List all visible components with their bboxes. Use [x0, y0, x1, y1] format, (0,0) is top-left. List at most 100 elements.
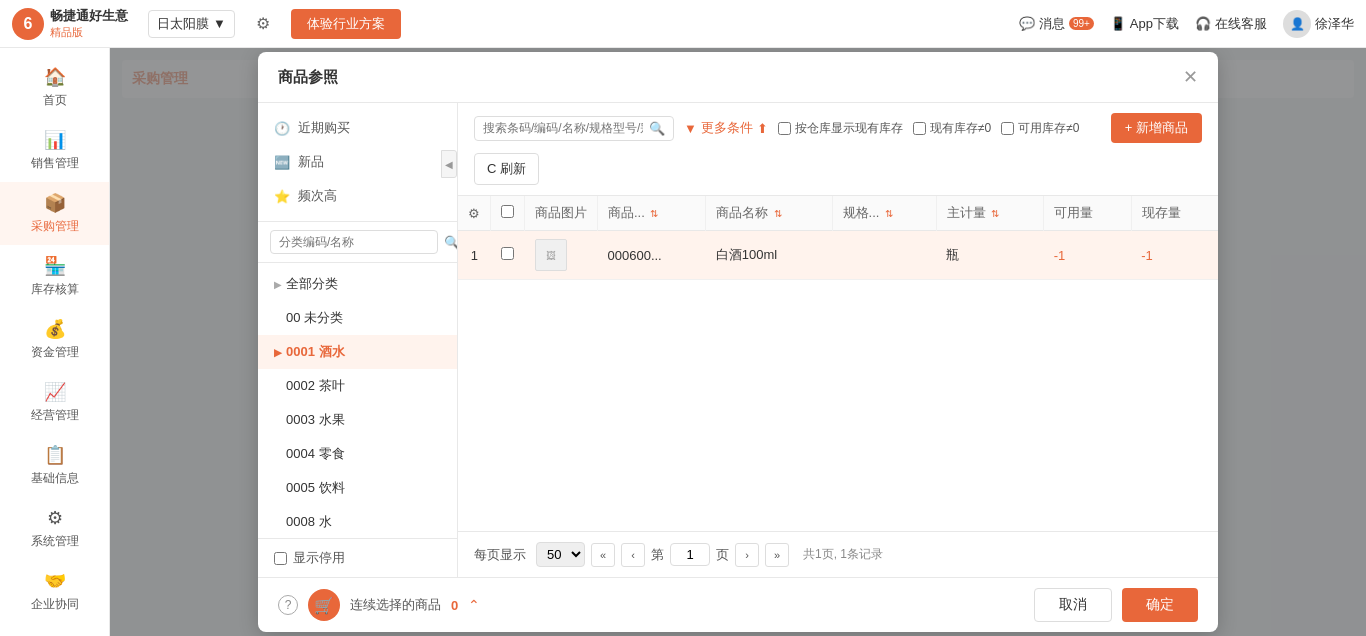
store-dropdown[interactable]: 日太阳膜 ▼	[148, 10, 235, 38]
cat-unclassified[interactable]: 00 未分类	[258, 301, 457, 335]
sidebar-label-home: 首页	[43, 92, 67, 109]
check-warehouse-stock[interactable]: 按仓库显示现有库存	[778, 120, 903, 137]
more-filters-button[interactable]: ▼ 更多条件 ⬆	[684, 119, 768, 137]
category-search-icon[interactable]: 🔍	[444, 235, 458, 250]
sidebar-item-sales[interactable]: 📊 销售管理	[0, 119, 109, 182]
prev-page-button[interactable]: ‹	[621, 543, 645, 567]
add-product-button[interactable]: + 新增商品	[1111, 113, 1202, 143]
cat-all[interactable]: ▶ 全部分类	[258, 267, 457, 301]
sidebar-label-system: 系统管理	[31, 533, 79, 550]
available-nonzero-checkbox[interactable]	[913, 122, 926, 135]
product-search-input[interactable]	[483, 121, 643, 135]
logo: 6 畅捷通好生意 精品版	[12, 7, 128, 40]
messages-nav-item[interactable]: 💬 消息 99+	[1019, 15, 1094, 33]
nav-right-area: 💬 消息 99+ 📱 App下载 🎧 在线客服 👤 徐泽华	[1019, 10, 1354, 38]
cat-snack[interactable]: 0004 零食	[258, 437, 457, 471]
customer-service-nav-item[interactable]: 🎧 在线客服	[1195, 15, 1267, 33]
cat-beverage[interactable]: 0005 饮料	[258, 471, 457, 505]
sidebar-item-inventory[interactable]: 🏪 库存核算	[0, 245, 109, 308]
tab-new-products[interactable]: 🆕 新品	[258, 145, 457, 179]
cat-snack-label: 0004 零食	[274, 445, 345, 463]
cat-water[interactable]: 0008 水	[258, 505, 457, 538]
row-stock-cell: -1	[1131, 231, 1218, 280]
cat-alcohol[interactable]: ▶ 0001 酒水	[258, 335, 457, 369]
sidebar-item-guide[interactable]: 📖 新手引导	[0, 623, 109, 636]
check-usable-nonzero[interactable]: 可用库存≠0	[1001, 120, 1079, 137]
filter-label: 更多条件	[701, 119, 753, 137]
row-available-cell: -1	[1044, 231, 1132, 280]
row-name-cell: 白酒100ml	[706, 231, 832, 280]
product-table: ⚙ 商品图片 商品... ⇅	[458, 196, 1218, 280]
store-name: 日太阳膜	[157, 15, 209, 33]
user-nav-item[interactable]: 👤 徐泽华	[1283, 10, 1354, 38]
cat-unclassified-label: 00 未分类	[274, 309, 343, 327]
row-img-cell: 🖼	[525, 231, 598, 280]
frequent-icon: ⭐	[274, 189, 290, 204]
modal-body: 🕐 近期购买 🆕 新品 ⭐ 频次高	[258, 103, 1218, 577]
row-checkbox[interactable]	[501, 247, 514, 260]
cat-tea[interactable]: 0002 茶叶	[258, 369, 457, 403]
next-page-button[interactable]: ›	[735, 543, 759, 567]
sidebar-item-home[interactable]: 🏠 首页	[0, 56, 109, 119]
tab-frequent[interactable]: ⭐ 频次高	[258, 179, 457, 213]
message-label: 消息	[1039, 15, 1065, 33]
sidebar-item-purchase[interactable]: 📦 采购管理	[0, 182, 109, 245]
th-spec-label: 规格...	[843, 205, 880, 220]
tab-frequent-label: 频次高	[298, 187, 337, 205]
th-available: 可用量	[1044, 196, 1132, 231]
home-icon: 🏠	[44, 66, 66, 88]
modal-close-button[interactable]: ✕	[1183, 66, 1198, 88]
new-products-icon: 🆕	[274, 155, 290, 170]
message-badge: 99+	[1069, 17, 1094, 30]
sidebar-label-inventory: 库存核算	[31, 281, 79, 298]
cart-icon: 🛒	[308, 589, 340, 621]
category-search-input[interactable]	[270, 230, 438, 254]
page-number-input[interactable]	[670, 543, 710, 566]
sidebar-item-enterprise[interactable]: 🤝 企业协同	[0, 560, 109, 623]
th-spec[interactable]: 规格... ⇅	[832, 196, 936, 231]
select-all-checkbox[interactable]	[501, 205, 514, 218]
row-code-cell: 000600...	[598, 231, 706, 280]
row-gear-cell: 1	[458, 231, 491, 280]
cat-fruit[interactable]: 0003 水果	[258, 403, 457, 437]
cat-tea-label: 0002 茶叶	[274, 377, 345, 395]
table-row[interactable]: 1 🖼	[458, 231, 1218, 280]
purchase-icon: 📦	[44, 192, 66, 214]
pagination: 每页显示 50 « ‹ 第 页 › » 共1页, 1条记录	[458, 531, 1218, 577]
per-page-select[interactable]: 50	[536, 542, 585, 567]
product-reference-modal: 商品参照 ✕ 🕐 近期购买 🆕	[258, 52, 1218, 632]
check-available-nonzero[interactable]: 现有库存≠0	[913, 120, 991, 137]
dropdown-arrow-icon: ▼	[213, 16, 226, 31]
logo-sub-text: 精品版	[50, 25, 128, 40]
sidebar-item-basic-info[interactable]: 📋 基础信息	[0, 434, 109, 497]
table-settings-icon[interactable]: ⚙	[468, 206, 480, 221]
tab-recent-purchase[interactable]: 🕐 近期购买	[258, 111, 457, 145]
usable-nonzero-label: 可用库存≠0	[1018, 120, 1079, 137]
first-page-button[interactable]: «	[591, 543, 615, 567]
show-disabled-checkbox[interactable]	[274, 552, 287, 565]
sidebar-item-system[interactable]: ⚙ 系统管理	[0, 497, 109, 560]
collapse-arrow-icon: ◀	[445, 159, 453, 170]
sidebar-item-operations[interactable]: 📈 经营管理	[0, 371, 109, 434]
th-unit[interactable]: 主计量 ⇅	[936, 196, 1043, 231]
sidebar-item-finance[interactable]: 💰 资金管理	[0, 308, 109, 371]
footer-collapse-button[interactable]: ⌃	[468, 597, 480, 613]
th-product-name[interactable]: 商品名称 ⇅	[706, 196, 832, 231]
th-product-code[interactable]: 商品... ⇅	[598, 196, 706, 231]
app-download-nav-item[interactable]: 📱 App下载	[1110, 15, 1179, 33]
trial-industry-button[interactable]: 体验行业方案	[291, 9, 401, 39]
warehouse-stock-checkbox[interactable]	[778, 122, 791, 135]
cancel-button[interactable]: 取消	[1034, 588, 1112, 622]
left-panel-collapse-button[interactable]: ◀	[441, 150, 457, 178]
confirm-button[interactable]: 确定	[1122, 588, 1198, 622]
usable-nonzero-checkbox[interactable]	[1001, 122, 1014, 135]
help-icon-button[interactable]: ?	[278, 595, 298, 615]
sidebar-label-operations: 经营管理	[31, 407, 79, 424]
headset-icon: 🎧	[1195, 16, 1211, 31]
right-toolbar: 🔍 ▼ 更多条件 ⬆ 按仓库显示现有库存	[458, 103, 1218, 196]
sidebar-label-purchase: 采购管理	[31, 218, 79, 235]
refresh-button[interactable]: C 刷新	[474, 153, 539, 185]
last-page-button[interactable]: »	[765, 543, 789, 567]
product-search-icon[interactable]: 🔍	[649, 121, 665, 136]
settings-gear-button[interactable]: ⚙	[247, 8, 279, 40]
